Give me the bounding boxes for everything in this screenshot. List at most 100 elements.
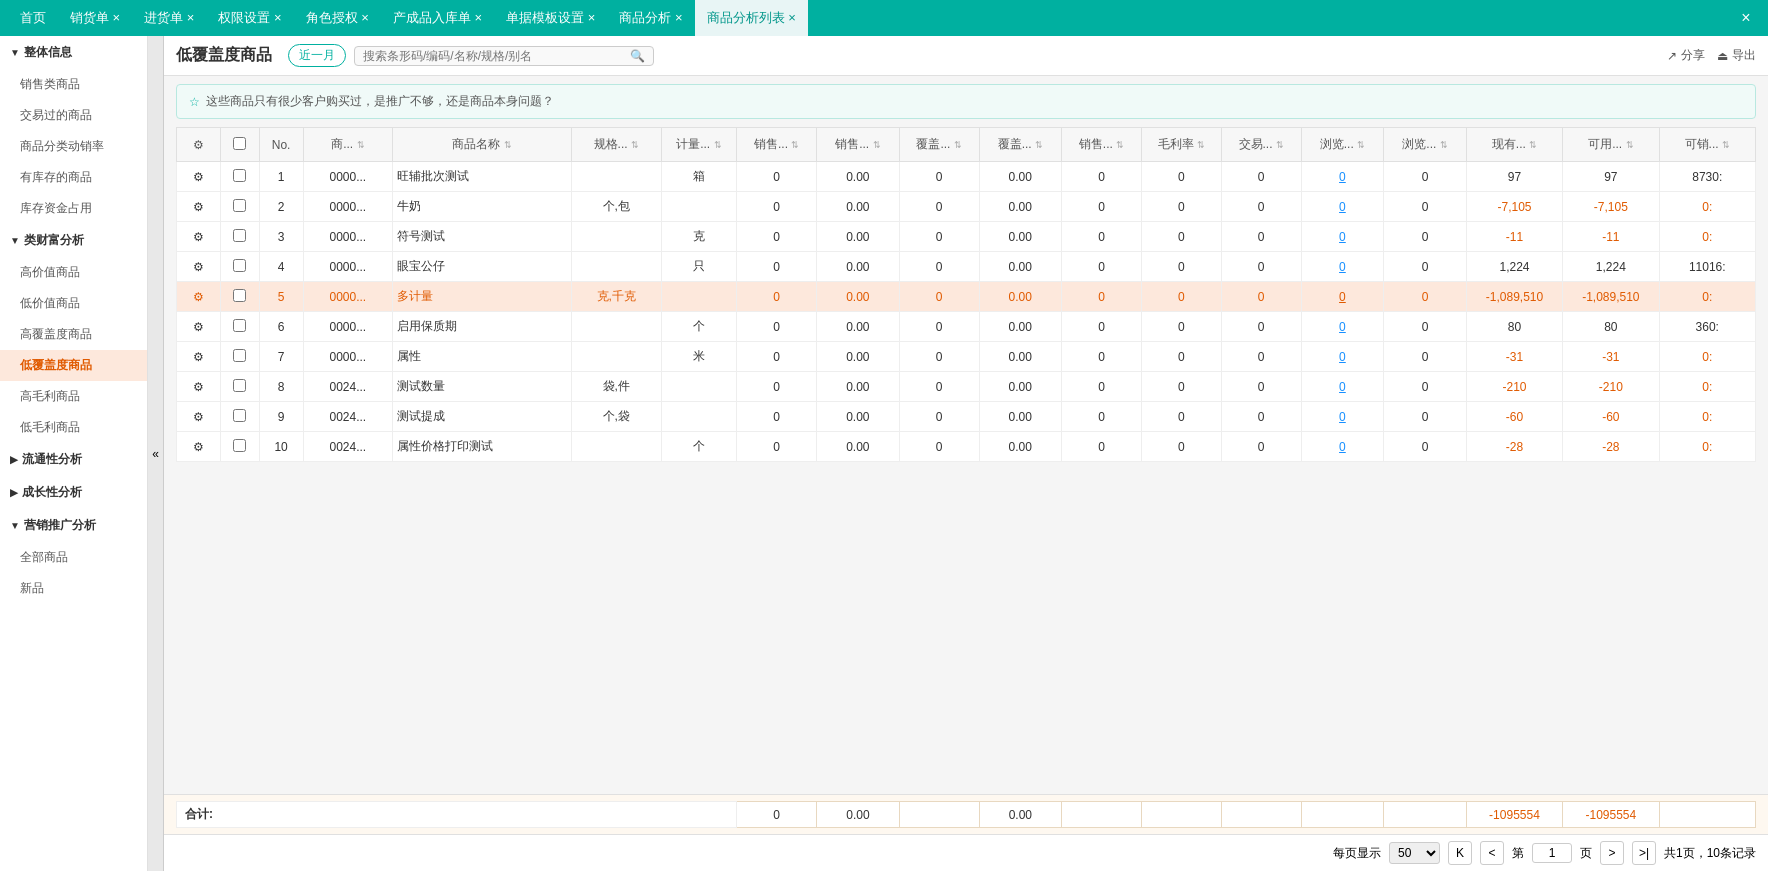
row-settings[interactable]: ⚙ <box>177 162 221 192</box>
time-filter-button[interactable]: 近一月 <box>288 44 346 67</box>
next-page-button[interactable]: > <box>1600 841 1624 865</box>
row-settings[interactable]: ⚙ <box>177 192 221 222</box>
sidebar-item-low-value[interactable]: 低价值商品 <box>0 288 147 319</box>
nav-inventory[interactable]: 产成品入库单 × <box>381 0 494 36</box>
nav-roles[interactable]: 角色授权 × <box>294 0 381 36</box>
page-size-select[interactable]: 50 20 100 200 <box>1389 842 1440 864</box>
row-checkbox[interactable] <box>221 342 260 372</box>
row-checkbox[interactable] <box>221 252 260 282</box>
row-settings[interactable]: ⚙ <box>177 282 221 312</box>
row-b1[interactable]: 0 <box>1301 402 1384 432</box>
sales1-col-header[interactable]: 销售... ⇅ <box>737 128 817 162</box>
settings-col-header[interactable]: ⚙ <box>177 128 221 162</box>
row-checkbox-input[interactable] <box>233 349 246 362</box>
row-b1[interactable]: 0 <box>1301 342 1384 372</box>
row-b1[interactable]: 0 <box>1301 282 1384 312</box>
row-settings[interactable]: ⚙ <box>177 252 221 282</box>
nav-sales[interactable]: 销货单 × <box>58 0 132 36</box>
sidebar-toggle-button[interactable]: « <box>148 36 164 871</box>
sidebar-section-wealth[interactable]: ▼ 类财富分析 <box>0 224 147 257</box>
row-checkbox[interactable] <box>221 312 260 342</box>
row-checkbox-input[interactable] <box>233 439 246 452</box>
row-checkbox-input[interactable] <box>233 319 246 332</box>
select-all-checkbox[interactable] <box>233 137 246 150</box>
cover1-col-header[interactable]: 覆盖... ⇅ <box>899 128 979 162</box>
row-settings[interactable]: ⚙ <box>177 312 221 342</box>
sellable-col-header[interactable]: 可销... ⇅ <box>1659 128 1755 162</box>
checkbox-col-header[interactable] <box>221 128 260 162</box>
no-col-header: No. <box>259 128 303 162</box>
row-checkbox[interactable] <box>221 192 260 222</box>
row-checkbox-input[interactable] <box>233 289 246 302</box>
nav-purchase[interactable]: 进货单 × <box>132 0 206 36</box>
row-checkbox-input[interactable] <box>233 169 246 182</box>
share-button[interactable]: ↗ 分享 <box>1667 47 1705 64</box>
search-input[interactable] <box>363 49 626 63</box>
row-b1[interactable]: 0 <box>1301 312 1384 342</box>
browse2-col-header[interactable]: 浏览... ⇅ <box>1384 128 1467 162</box>
row-b1[interactable]: 0 <box>1301 372 1384 402</box>
export-button[interactable]: ⏏ 导出 <box>1717 47 1756 64</box>
row-checkbox[interactable] <box>221 372 260 402</box>
row-checkbox[interactable] <box>221 282 260 312</box>
row-b1[interactable]: 0 <box>1301 162 1384 192</box>
cover2-col-header[interactable]: 覆盖... ⇅ <box>979 128 1062 162</box>
sidebar-item-fund-usage[interactable]: 库存资金占用 <box>0 193 147 224</box>
sidebar-item-traded-goods[interactable]: 交易过的商品 <box>0 100 147 131</box>
sidebar-item-high-value[interactable]: 高价值商品 <box>0 257 147 288</box>
prev-page-button[interactable]: < <box>1480 841 1504 865</box>
sidebar-section-overall[interactable]: ▼ 整体信息 <box>0 36 147 69</box>
row-checkbox-input[interactable] <box>233 259 246 272</box>
row-b1[interactable]: 0 <box>1301 192 1384 222</box>
row-checkbox-input[interactable] <box>233 229 246 242</box>
sidebar-item-new-goods[interactable]: 新品 <box>0 573 147 604</box>
row-checkbox[interactable] <box>221 402 260 432</box>
nav-template[interactable]: 单据模板设置 × <box>494 0 607 36</box>
nav-analysis[interactable]: 商品分析 × <box>607 0 694 36</box>
sidebar-item-high-coverage[interactable]: 高覆盖度商品 <box>0 319 147 350</box>
sales2-col-header[interactable]: 销售... ⇅ <box>817 128 900 162</box>
name-col-header[interactable]: 商品名称 ⇅ <box>393 128 572 162</box>
current-page-input[interactable] <box>1532 843 1572 863</box>
row-checkbox[interactable] <box>221 432 260 462</box>
code-col-header[interactable]: 商... ⇅ <box>303 128 392 162</box>
spec-col-header[interactable]: 规格... ⇅ <box>572 128 661 162</box>
first-page-button[interactable]: K <box>1448 841 1472 865</box>
sidebar-item-all-goods[interactable]: 全部商品 <box>0 542 147 573</box>
row-b1[interactable]: 0 <box>1301 432 1384 462</box>
unit-col-header[interactable]: 计量... ⇅ <box>661 128 737 162</box>
browse1-col-header[interactable]: 浏览... ⇅ <box>1301 128 1384 162</box>
row-checkbox-input[interactable] <box>233 199 246 212</box>
sidebar-item-in-stock[interactable]: 有库存的商品 <box>0 162 147 193</box>
row-checkbox-input[interactable] <box>233 379 246 392</box>
nav-permissions[interactable]: 权限设置 × <box>206 0 293 36</box>
sidebar-section-marketing[interactable]: ▼ 营销推广分析 <box>0 509 147 542</box>
row-settings[interactable]: ⚙ <box>177 372 221 402</box>
trade-col-header[interactable]: 交易... ⇅ <box>1221 128 1301 162</box>
sidebar-section-growth[interactable]: ▶ 成长性分析 <box>0 476 147 509</box>
last-page-button[interactable]: >| <box>1632 841 1656 865</box>
row-settings[interactable]: ⚙ <box>177 402 221 432</box>
row-settings[interactable]: ⚙ <box>177 222 221 252</box>
gross-rate-col-header[interactable]: 毛利率 ⇅ <box>1141 128 1221 162</box>
window-close-button[interactable]: × <box>1732 4 1760 32</box>
row-checkbox[interactable] <box>221 222 260 252</box>
sidebar-item-low-coverage[interactable]: 低覆盖度商品 <box>0 350 147 381</box>
row-checkbox-input[interactable] <box>233 409 246 422</box>
sidebar-item-sales-goods[interactable]: 销售类商品 <box>0 69 147 100</box>
sidebar-item-category-rate[interactable]: 商品分类动销率 <box>0 131 147 162</box>
sidebar-item-low-profit[interactable]: 低毛利商品 <box>0 412 147 443</box>
current-col-header[interactable]: 现有... ⇅ <box>1466 128 1562 162</box>
table-row: ⚙ 4 0000... 眼宝公仔 只 0 0.00 0 0.00 0 0 0 0… <box>177 252 1756 282</box>
nav-home[interactable]: 首页 <box>8 0 58 36</box>
row-b1[interactable]: 0 <box>1301 222 1384 252</box>
row-checkbox[interactable] <box>221 162 260 192</box>
row-settings[interactable]: ⚙ <box>177 342 221 372</box>
sidebar-section-liquidity[interactable]: ▶ 流通性分析 <box>0 443 147 476</box>
available-col-header[interactable]: 可用... ⇅ <box>1563 128 1659 162</box>
sidebar-item-high-profit[interactable]: 高毛利商品 <box>0 381 147 412</box>
row-b1[interactable]: 0 <box>1301 252 1384 282</box>
row-settings[interactable]: ⚙ <box>177 432 221 462</box>
sales3-col-header[interactable]: 销售... ⇅ <box>1062 128 1142 162</box>
nav-analysis-list[interactable]: 商品分析列表 × <box>695 0 808 36</box>
